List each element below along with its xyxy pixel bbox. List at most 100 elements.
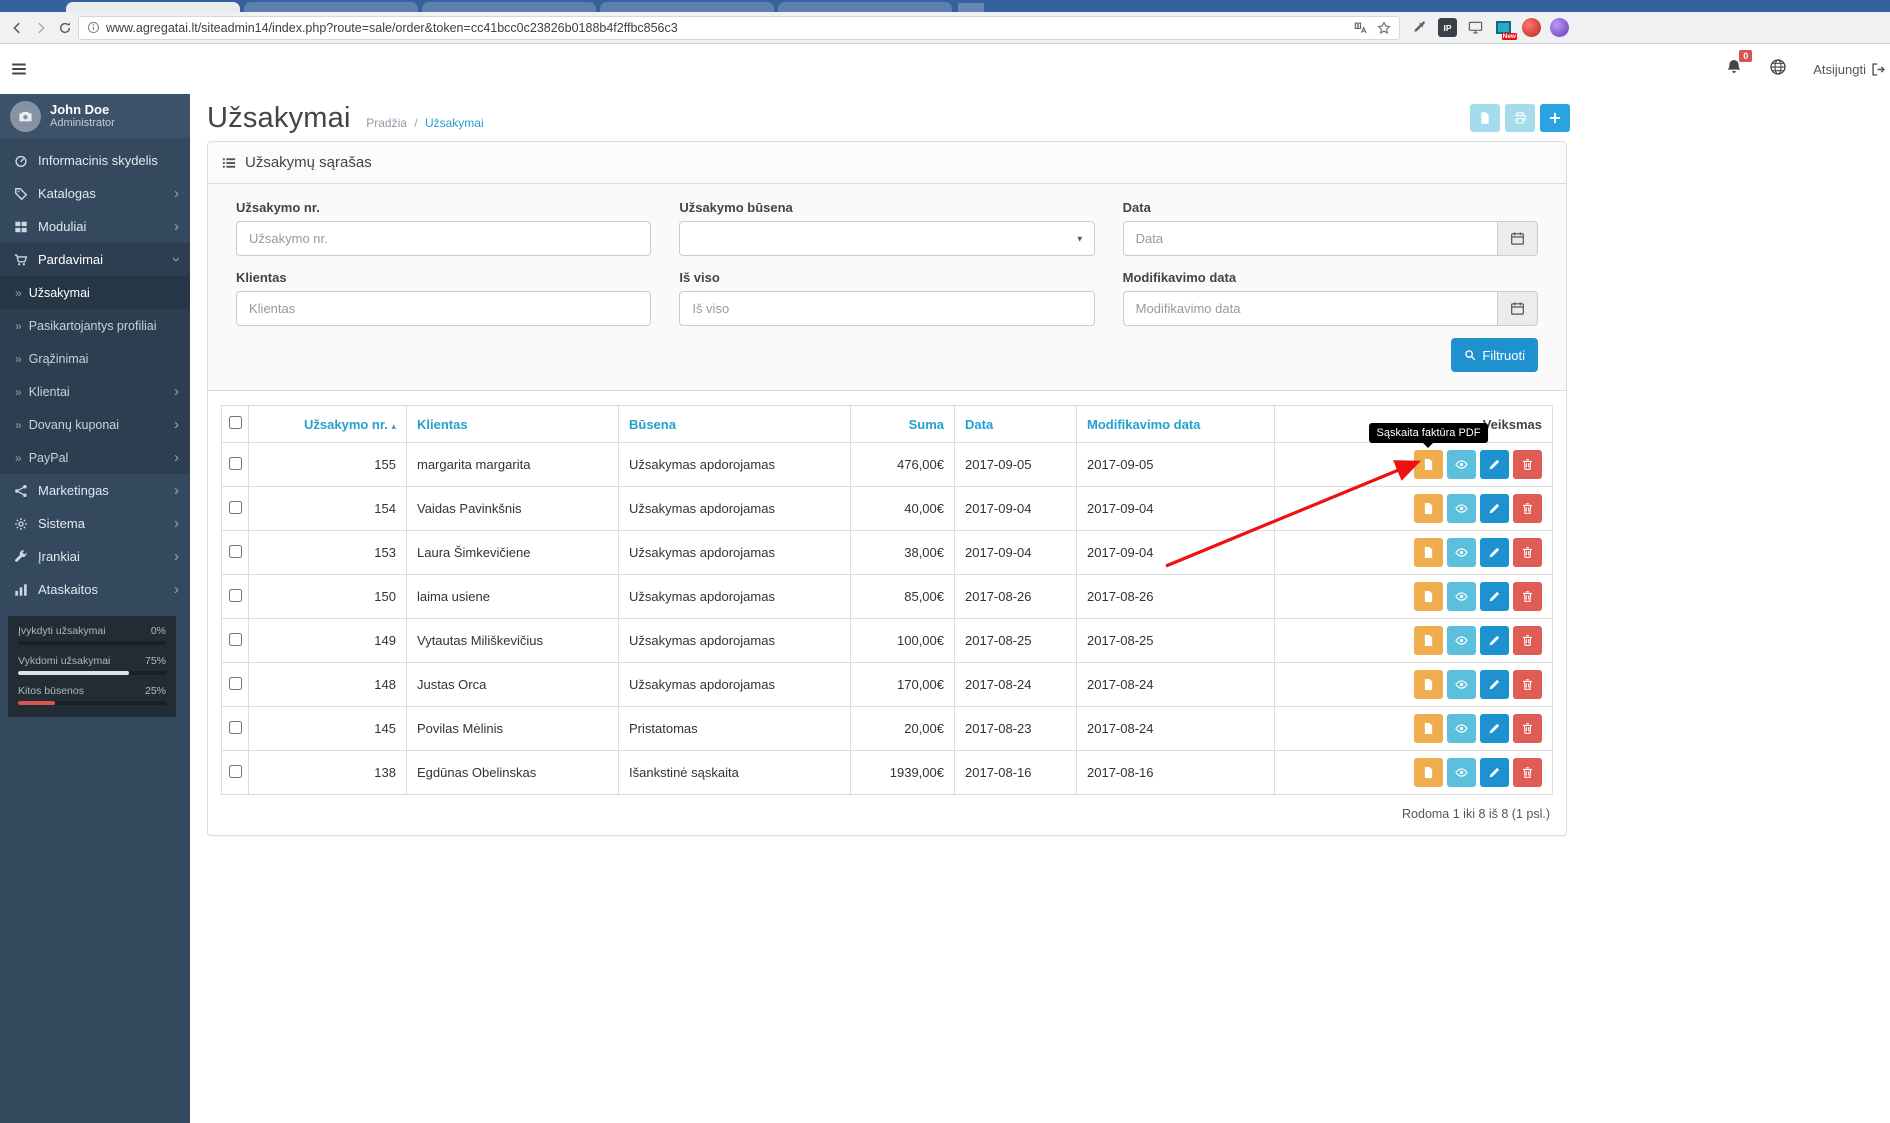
- view-button[interactable]: [1447, 626, 1476, 655]
- view-button[interactable]: [1447, 758, 1476, 787]
- row-checkbox[interactable]: [228, 632, 242, 646]
- browser-forward-button[interactable]: [30, 16, 52, 40]
- invoice-pdf-button[interactable]: [1414, 714, 1443, 743]
- sidebar-subitem-paypal[interactable]: » PayPal ›: [0, 441, 190, 474]
- edit-button[interactable]: [1480, 758, 1509, 787]
- sidebar-subitem-recurring[interactable]: » Pasikartojantys profiliai: [0, 309, 190, 342]
- total-input[interactable]: [679, 291, 1095, 326]
- sort-order-nr[interactable]: Užsakymo nr. ▴: [304, 417, 396, 432]
- sidebar-item-sales[interactable]: Pardavimai ›: [0, 243, 190, 276]
- display-extension-icon[interactable]: [1466, 18, 1485, 37]
- browser-tab[interactable]: [600, 2, 774, 12]
- edit-button[interactable]: [1480, 626, 1509, 655]
- sort-customer[interactable]: Klientas: [417, 417, 468, 432]
- delete-button[interactable]: [1513, 714, 1542, 743]
- new-tab-button[interactable]: [958, 3, 984, 12]
- sidebar-subitem-returns[interactable]: » Grąžinimai: [0, 342, 190, 375]
- sidebar-item-dashboard[interactable]: Informacinis skydelis: [0, 144, 190, 177]
- sort-total[interactable]: Suma: [909, 417, 944, 432]
- sidebar-toggle-button[interactable]: [10, 60, 28, 78]
- delete-button[interactable]: [1513, 626, 1542, 655]
- browser-back-button[interactable]: [6, 16, 28, 40]
- bookmark-star-icon[interactable]: [1377, 20, 1391, 35]
- date-calendar-button[interactable]: [1498, 221, 1538, 256]
- sidebar-item-reports[interactable]: Ataskaitos ›: [0, 573, 190, 606]
- row-checkbox[interactable]: [228, 456, 242, 470]
- add-order-button[interactable]: [1540, 104, 1570, 132]
- browser-tab[interactable]: [778, 2, 952, 12]
- sidebar-item-catalog[interactable]: Katalogas ›: [0, 177, 190, 210]
- invoice-pdf-button[interactable]: [1414, 494, 1443, 523]
- notifications-button[interactable]: 0: [1725, 49, 1753, 81]
- view-button[interactable]: [1447, 538, 1476, 567]
- view-button[interactable]: [1447, 714, 1476, 743]
- address-bar[interactable]: www.agregatai.lt/siteadmin14/index.php?r…: [78, 15, 1400, 40]
- sort-status[interactable]: Būsena: [629, 417, 676, 432]
- invoice-print-button[interactable]: [1470, 104, 1500, 132]
- invoice-pdf-button[interactable]: [1414, 758, 1443, 787]
- delete-button[interactable]: [1513, 670, 1542, 699]
- browser-tab[interactable]: [422, 2, 596, 12]
- browser-reload-button[interactable]: [54, 16, 76, 40]
- browser-tab[interactable]: [244, 2, 418, 12]
- date-input[interactable]: [1122, 221, 1498, 256]
- stat-value: 25%: [144, 685, 166, 697]
- sidebar-item-marketing[interactable]: Marketingas ›: [0, 474, 190, 507]
- sidebar-subitem-orders[interactable]: » Užsakymai: [0, 276, 190, 309]
- sidebar-item-modules[interactable]: Moduliai ›: [0, 210, 190, 243]
- row-checkbox[interactable]: [228, 764, 242, 778]
- row-checkbox[interactable]: [228, 676, 242, 690]
- browser-tab[interactable]: [66, 2, 240, 12]
- extension-icon-red[interactable]: [1522, 18, 1541, 37]
- sidebar-subitem-customers[interactable]: » Klientai ›: [0, 375, 190, 408]
- invoice-pdf-button[interactable]: [1414, 538, 1443, 567]
- sort-modified[interactable]: Modifikavimo data: [1087, 417, 1200, 432]
- row-checkbox[interactable]: [228, 720, 242, 734]
- modified-date-input[interactable]: [1122, 291, 1498, 326]
- extension-icon-purple[interactable]: [1550, 18, 1569, 37]
- edit-button[interactable]: [1480, 714, 1509, 743]
- row-checkbox[interactable]: [228, 544, 242, 558]
- filter-button[interactable]: Filtruoti: [1451, 338, 1538, 372]
- delete-button[interactable]: [1513, 758, 1542, 787]
- order-nr-input[interactable]: [236, 221, 652, 256]
- edit-button[interactable]: [1480, 670, 1509, 699]
- view-button[interactable]: [1447, 494, 1476, 523]
- delete-button[interactable]: [1513, 494, 1542, 523]
- eyedropper-extension-icon[interactable]: [1410, 18, 1429, 37]
- shipping-print-button[interactable]: [1505, 104, 1535, 132]
- invoice-pdf-button[interactable]: [1414, 626, 1443, 655]
- delete-button[interactable]: [1513, 538, 1542, 567]
- sort-date[interactable]: Data: [965, 417, 993, 432]
- customer-input[interactable]: [236, 291, 652, 326]
- order-status-select[interactable]: [679, 221, 1095, 256]
- row-checkbox[interactable]: [228, 588, 242, 602]
- language-button[interactable]: [1769, 58, 1787, 81]
- sidebar-item-tools[interactable]: Įrankiai ›: [0, 540, 190, 573]
- select-all-checkbox[interactable]: [228, 416, 242, 429]
- breadcrumb-current[interactable]: Užsakymai: [425, 116, 484, 130]
- sidebar-subitem-vouchers[interactable]: » Dovanų kuponai ›: [0, 408, 190, 441]
- modified-calendar-button[interactable]: [1498, 291, 1538, 326]
- edit-button[interactable]: [1480, 538, 1509, 567]
- page-info-icon[interactable]: [87, 21, 100, 34]
- ip-extension-icon[interactable]: IP: [1438, 18, 1457, 37]
- view-button[interactable]: [1447, 450, 1476, 479]
- edit-button[interactable]: [1480, 494, 1509, 523]
- invoice-pdf-button[interactable]: Sąskaita faktūra PDF: [1368, 423, 1489, 479]
- invoice-pdf-button[interactable]: [1414, 582, 1443, 611]
- view-button[interactable]: [1447, 582, 1476, 611]
- delete-button[interactable]: [1513, 582, 1542, 611]
- invoice-pdf-button[interactable]: [1414, 670, 1443, 699]
- logout-button[interactable]: Atsijungti: [1813, 62, 1886, 77]
- view-button[interactable]: [1447, 670, 1476, 699]
- breadcrumb-home[interactable]: Pradžia: [366, 116, 407, 130]
- edit-button[interactable]: [1480, 450, 1509, 479]
- delete-button[interactable]: [1513, 450, 1542, 479]
- translate-icon[interactable]: [1354, 21, 1368, 35]
- edit-button[interactable]: [1480, 582, 1509, 611]
- sidebar-item-system[interactable]: Sistema ›: [0, 507, 190, 540]
- row-checkbox[interactable]: [228, 500, 242, 514]
- cell-total: 40,00€: [850, 486, 955, 531]
- screen-extension-icon[interactable]: New: [1494, 18, 1517, 40]
